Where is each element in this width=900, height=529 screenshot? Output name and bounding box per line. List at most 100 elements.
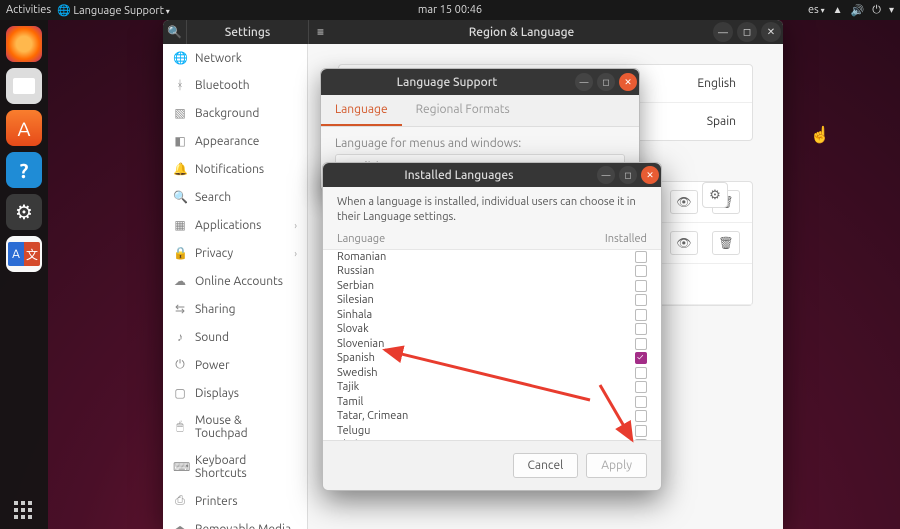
dock-language-support[interactable]: A文	[6, 236, 42, 272]
language-row[interactable]: Serbian	[323, 279, 661, 294]
sidebar-item-removable-media[interactable]: ⏏Removable Media	[163, 515, 307, 529]
sidebar-item-mouse-touchpad[interactable]: 🖱Mouse & Touchpad	[163, 407, 307, 447]
window-close[interactable]: ✕	[761, 22, 781, 42]
language-row[interactable]: Romanian	[323, 250, 661, 265]
installed-checkbox[interactable]	[635, 251, 647, 263]
installed-checkbox[interactable]	[635, 323, 647, 335]
sidebar-item-notifications[interactable]: 🔔Notifications	[163, 155, 307, 183]
language-name: Russian	[337, 265, 635, 277]
installed-checkbox[interactable]	[635, 338, 647, 350]
dialog-close[interactable]: ✕	[619, 73, 637, 91]
header-menu-button[interactable]: ≡	[308, 20, 332, 44]
sidebar-label: Sound	[195, 331, 229, 344]
dock: A ? ⚙ A文	[0, 20, 48, 529]
language-row[interactable]: Sinhala	[323, 308, 661, 323]
sidebar-item-privacy[interactable]: 🔒Privacy›	[163, 239, 307, 267]
sidebar-label: Removable Media	[195, 523, 291, 529]
sidebar-icon: ⇆	[173, 302, 187, 316]
language-row[interactable]: Swedish	[323, 366, 661, 381]
language-row[interactable]: Telugu	[323, 424, 661, 439]
language-row[interactable]: Russian	[323, 264, 661, 279]
language-name: Serbian	[337, 280, 635, 292]
installed-checkbox[interactable]	[635, 309, 647, 321]
sidebar-item-search[interactable]: 🔍Search	[163, 183, 307, 211]
sidebar-item-appearance[interactable]: ◧Appearance	[163, 127, 307, 155]
dock-software[interactable]: A	[6, 110, 42, 146]
sidebar-item-sharing[interactable]: ⇆Sharing	[163, 295, 307, 323]
sidebar-icon: 🔔	[173, 162, 187, 176]
language-list[interactable]: RomanianRussianSerbianSilesianSinhalaSlo…	[323, 250, 661, 440]
delete-icon[interactable]: 🗑	[712, 231, 740, 255]
installed-checkbox[interactable]	[635, 265, 647, 277]
sidebar-item-online-accounts[interactable]: ☁Online Accounts	[163, 267, 307, 295]
dock-files[interactable]	[6, 68, 42, 104]
sidebar-item-bluetooth[interactable]: ᚼBluetooth	[163, 72, 307, 99]
window-maximize[interactable]: ◻	[737, 22, 757, 42]
sidebar-item-keyboard-shortcuts[interactable]: ⌨Keyboard Shortcuts	[163, 447, 307, 487]
options-gear-button[interactable]: ⚙	[702, 182, 728, 208]
hint-label: Language for menus and windows:	[335, 137, 625, 150]
volume-icon[interactable]: 🔊	[851, 4, 865, 17]
installed-checkbox[interactable]	[635, 280, 647, 292]
dialog-maximize[interactable]: ◻	[597, 73, 615, 91]
system-menu-caret[interactable]: ▾	[889, 4, 894, 16]
sidebar-item-printers[interactable]: ⎙Printers	[163, 487, 307, 515]
sidebar-item-displays[interactable]: ▢Displays	[163, 379, 307, 407]
installed-checkbox[interactable]	[635, 425, 647, 437]
dialog-title: Language Support	[321, 76, 573, 89]
sidebar-item-network[interactable]: 🌐Network	[163, 44, 307, 72]
gnome-top-bar: Activities 🌐 Language Support mar 15 00:…	[0, 0, 900, 20]
sidebar-label: Displays	[195, 387, 239, 400]
apply-button[interactable]: Apply	[586, 453, 647, 478]
settings-title: Settings	[187, 26, 308, 39]
sidebar-item-sound[interactable]: ♪Sound	[163, 323, 307, 351]
clock[interactable]: mar 15 00:46	[418, 4, 482, 16]
language-row[interactable]: Silesian	[323, 293, 661, 308]
sidebar-label: Applications	[195, 219, 261, 232]
installed-checkbox[interactable]	[635, 396, 647, 408]
window-minimize[interactable]: —	[713, 22, 733, 42]
dock-firefox[interactable]	[6, 26, 42, 62]
language-row[interactable]: Tajik	[323, 380, 661, 395]
network-icon[interactable]: ▲	[833, 4, 843, 16]
installed-checkbox[interactable]	[635, 367, 647, 379]
dialog-close[interactable]: ✕	[641, 166, 659, 184]
language-row[interactable]: Tatar, Crimean	[323, 409, 661, 424]
language-row[interactable]: Slovenian	[323, 337, 661, 352]
dialog-minimize[interactable]: —	[575, 73, 593, 91]
language-row[interactable]: Thai	[323, 438, 661, 440]
dock-help[interactable]: ?	[6, 152, 42, 188]
sidebar-item-power[interactable]: ⏻Power	[163, 351, 307, 379]
dialog-minimize[interactable]: —	[597, 166, 615, 184]
installed-checkbox[interactable]	[635, 294, 647, 306]
dialog-maximize[interactable]: ◻	[619, 166, 637, 184]
installed-checkbox[interactable]	[635, 381, 647, 393]
sidebar-label: Network	[195, 52, 242, 65]
language-value: English	[697, 77, 736, 90]
show-applications[interactable]	[14, 501, 34, 519]
preview-icon[interactable]: 👁	[670, 231, 698, 255]
sidebar-icon: ◧	[173, 134, 187, 148]
formats-value: Spain	[707, 115, 736, 128]
app-menu[interactable]: 🌐 Language Support	[57, 4, 170, 17]
dialog-title: Installed Languages	[323, 169, 595, 182]
sidebar-item-applications[interactable]: ▦Applications›	[163, 211, 307, 239]
sidebar-label: Background	[195, 107, 259, 120]
activities-button[interactable]: Activities	[6, 4, 51, 16]
power-icon[interactable]: ⏻	[872, 4, 881, 17]
tab-language[interactable]: Language	[321, 95, 402, 126]
installed-checkbox[interactable]	[635, 352, 647, 364]
language-name: Swedish	[337, 367, 635, 379]
language-row[interactable]: Spanish	[323, 351, 661, 366]
dock-settings[interactable]: ⚙	[6, 194, 42, 230]
header-search-button[interactable]: 🔍	[163, 20, 187, 44]
preview-icon[interactable]: 👁	[670, 190, 698, 214]
input-source-indicator[interactable]: es	[808, 4, 825, 16]
column-installed: Installed	[605, 233, 647, 245]
language-row[interactable]: Tamil	[323, 395, 661, 410]
sidebar-item-background[interactable]: ▧Background	[163, 99, 307, 127]
cancel-button[interactable]: Cancel	[513, 453, 579, 478]
tab-regional-formats[interactable]: Regional Formats	[402, 95, 524, 126]
installed-checkbox[interactable]	[635, 410, 647, 422]
language-row[interactable]: Slovak	[323, 322, 661, 337]
